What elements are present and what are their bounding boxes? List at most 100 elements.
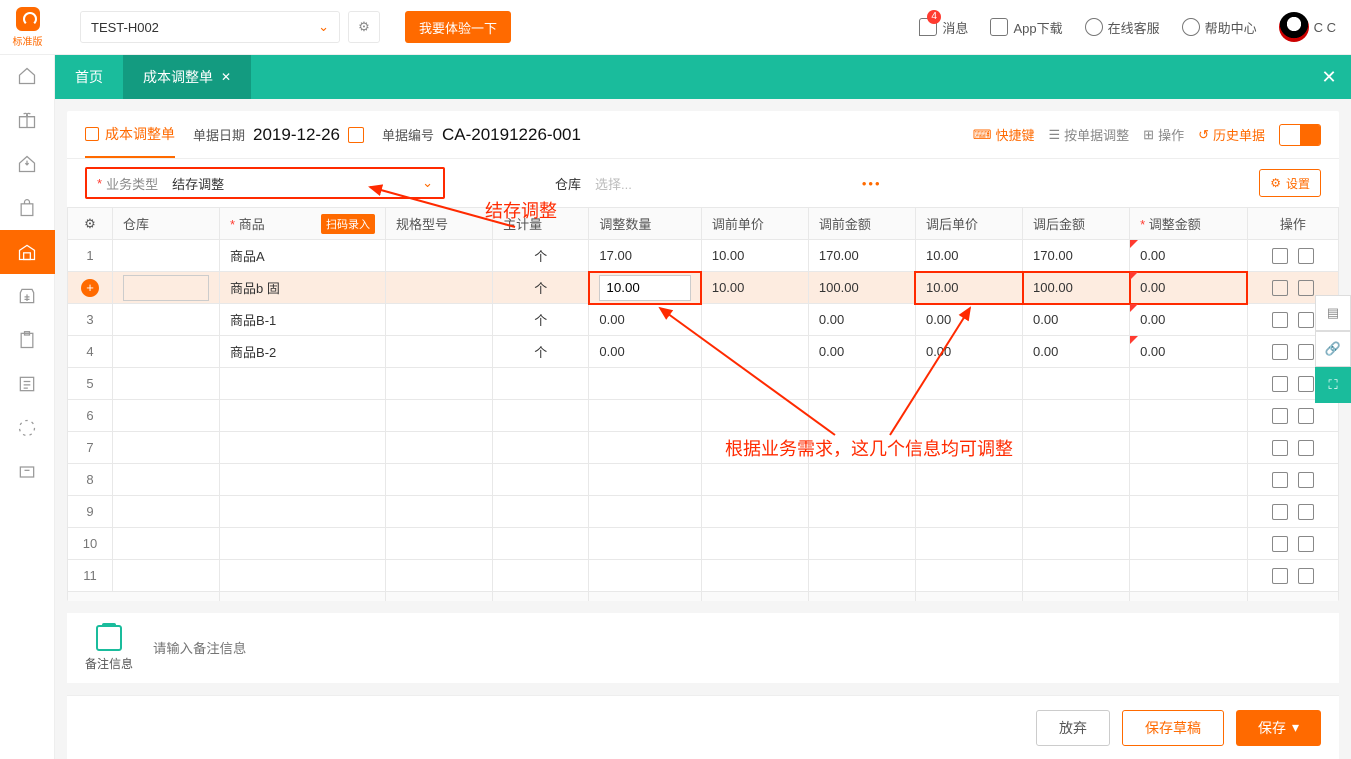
copy-icon[interactable] [1298,280,1314,296]
table-row[interactable]: 11 [68,560,1339,592]
delete-icon[interactable] [1272,536,1288,552]
table-row[interactable]: +商品b 固个10.00100.0010.00100.000.00 [68,272,1339,304]
settings-button[interactable]: ⚙ 设置 [1259,169,1321,197]
sidebar-bag-icon[interactable] [16,197,38,219]
history-button[interactable]: ↺历史单据 [1198,125,1265,144]
view-list-icon[interactable] [1280,125,1300,145]
sidebar-warehouse-icon[interactable] [0,230,55,274]
delete-icon[interactable] [1272,344,1288,360]
expand-tool-icon[interactable]: ⛶ [1315,367,1351,403]
by-doc-button[interactable]: ☰按单据调整 [1048,125,1129,144]
copy-icon[interactable] [1298,440,1314,456]
view-card-icon[interactable] [1300,125,1320,145]
data-table: ⚙ 仓库 商品扫码录入 规格型号 主计量 调整数量 调前单价 调前金额 调后单价… [67,207,1339,601]
table-row[interactable]: 4商品B-2个0.000.000.000.000.00 [68,336,1339,368]
app-download-button[interactable]: App下载 [990,18,1062,37]
sidebar-new-icon[interactable] [16,461,38,483]
floating-tools: ▤ 🔗 ⛶ [1315,295,1351,403]
note-tool-icon[interactable]: ▤ [1315,295,1351,331]
delete-icon[interactable] [1272,472,1288,488]
warehouse-select[interactable]: 仓库 选择... [555,174,632,193]
add-row-icon[interactable]: + [81,279,99,297]
copy-icon[interactable] [1298,536,1314,552]
col-post-amt[interactable]: 调后金额 [1023,208,1130,240]
copy-icon[interactable] [1298,344,1314,360]
table-row[interactable]: 7 [68,432,1339,464]
chevron-down-icon: ⌄ [318,19,329,35]
gear-icon: ⚙ [1270,176,1281,190]
sidebar-home-icon[interactable] [16,65,38,87]
sidebar-gift-icon[interactable] [16,109,38,131]
copy-icon[interactable] [1298,504,1314,520]
sidebar-list-icon[interactable] [16,373,38,395]
business-type-select[interactable]: * 业务类型 结存调整 ⌄ [85,167,445,199]
tab-home[interactable]: 首页 [55,55,123,99]
table-row[interactable]: 9 [68,496,1339,528]
user-menu[interactable]: C C [1279,12,1336,42]
copy-icon[interactable] [1298,408,1314,424]
copy-icon[interactable] [1298,248,1314,264]
col-uom[interactable]: 主计量 [493,208,589,240]
table-row[interactable]: 10 [68,528,1339,560]
copy-icon[interactable] [1298,312,1314,328]
ops-button[interactable]: ⊞操作 [1143,125,1184,144]
scan-tag[interactable]: 扫码录入 [321,214,375,234]
delete-icon[interactable] [1272,280,1288,296]
delete-icon[interactable] [1272,568,1288,584]
sidebar-cycle-icon[interactable] [16,417,38,439]
qty-input[interactable] [599,275,690,301]
doc-date[interactable]: 单据日期 2019-12-26 [193,125,364,145]
close-all-tabs[interactable]: ✕ [1307,55,1351,99]
customer-service-button[interactable]: 在线客服 [1085,18,1160,37]
delete-icon[interactable] [1272,312,1288,328]
copy-icon[interactable] [1298,376,1314,392]
phone-icon [990,18,1008,36]
remarks-input[interactable] [153,632,1321,664]
view-toggle[interactable] [1279,124,1321,146]
link-tool-icon[interactable]: 🔗 [1315,331,1351,367]
col-post-price[interactable]: 调后单价 [915,208,1022,240]
messages-button[interactable]: 4 消息 [919,18,968,37]
sidebar-out-icon[interactable] [16,153,38,175]
table-row[interactable]: 3商品B-1个0.000.000.000.000.00 [68,304,1339,336]
sidebar-money-icon[interactable] [16,285,38,307]
delete-icon[interactable] [1272,504,1288,520]
more-icon[interactable]: ••• [862,176,882,191]
shortcut-button[interactable]: ⌨快捷键 [973,125,1035,144]
col-ops[interactable]: 操作 [1247,208,1338,240]
col-pre-amt[interactable]: 调前金额 [808,208,915,240]
col-pre-price[interactable]: 调前单价 [701,208,808,240]
table-row[interactable]: 5 [68,368,1339,400]
logo[interactable]: 标准版 [0,7,55,48]
app-header: 标准版 TEST-H002 ⌄ ⚙ 我要体验一下 4 消息 App下载 在线客服 [0,0,1351,55]
copy-icon[interactable] [1298,568,1314,584]
delete-icon[interactable] [1272,248,1288,264]
delete-icon[interactable] [1272,408,1288,424]
table-row[interactable]: 8 [68,464,1339,496]
col-adj-amt[interactable]: 调整金额 [1130,208,1248,240]
page-tabs: 首页 成本调整单 ✕ ✕ [55,55,1351,99]
settings-button[interactable]: ⚙ [348,11,380,43]
col-warehouse[interactable]: 仓库 [112,208,219,240]
col-gear[interactable]: ⚙ [68,208,113,240]
chevron-down-icon: ⌄ [422,175,433,191]
save-button[interactable]: 保存▾ [1236,710,1321,746]
col-product[interactable]: 商品扫码录入 [220,208,386,240]
save-draft-button[interactable]: 保存草稿 [1122,710,1224,746]
tenant-select[interactable]: TEST-H002 ⌄ [80,11,340,43]
trial-button[interactable]: 我要体验一下 [405,11,511,43]
doc-title-tab[interactable]: 成本调整单 [85,111,175,158]
keyboard-icon: ⌨ [973,127,992,143]
help-center-button[interactable]: 帮助中心 [1182,18,1257,37]
copy-icon[interactable] [1298,472,1314,488]
delete-icon[interactable] [1272,440,1288,456]
table-row[interactable]: 1商品A个17.0010.00170.0010.00170.000.00 [68,240,1339,272]
close-icon[interactable]: ✕ [221,70,231,84]
col-spec[interactable]: 规格型号 [386,208,493,240]
col-qty[interactable]: 调整数量 [589,208,701,240]
delete-icon[interactable] [1272,376,1288,392]
sidebar-clipboard-icon[interactable] [16,329,38,351]
tab-cost-adjust[interactable]: 成本调整单 ✕ [123,55,251,99]
table-row[interactable]: 6 [68,400,1339,432]
discard-button[interactable]: 放弃 [1036,710,1110,746]
